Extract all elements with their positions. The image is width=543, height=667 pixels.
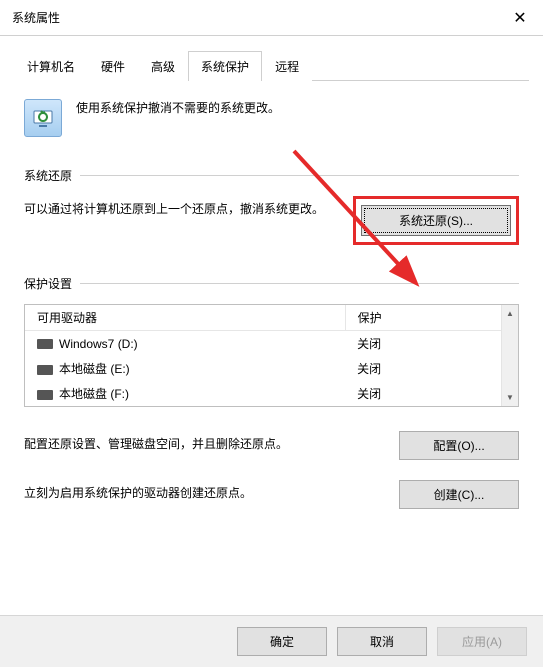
col-protection[interactable]: 保护 — [345, 305, 517, 331]
create-row: 立刻为启用系统保护的驱动器创建还原点。 创建(C)... — [24, 480, 519, 509]
intro-row: 使用系统保护撤消不需要的系统更改。 — [24, 99, 519, 137]
drive-label: 本地磁盘 (E:) — [59, 362, 130, 376]
content-area: 计算机名 硬件 高级 系统保护 远程 使用系统保护撤消不需要的系统更改。 系统还… — [0, 36, 543, 621]
restore-header-label: 系统还原 — [24, 167, 72, 184]
drive-status: 关闭 — [345, 356, 517, 381]
restore-row: 可以通过将计算机还原到上一个还原点，撤消系统更改。 系统还原(S)... — [24, 196, 519, 245]
protection-header: 保护设置 — [24, 275, 519, 292]
drive-label: 本地磁盘 (F:) — [59, 387, 129, 401]
configure-button[interactable]: 配置(O)... — [399, 431, 519, 460]
drive-label: Windows7 (D:) — [59, 337, 138, 351]
apply-button[interactable]: 应用(A) — [437, 627, 527, 656]
tab-advanced[interactable]: 高级 — [138, 51, 188, 81]
restore-header: 系统还原 — [24, 167, 519, 184]
drive-status: 关闭 — [345, 381, 517, 406]
create-text: 立刻为启用系统保护的驱动器创建还原点。 — [24, 480, 379, 503]
configure-row: 配置还原设置、管理磁盘空间，并且删除还原点。 配置(O)... — [24, 431, 519, 460]
restore-button-highlight: 系统还原(S)... — [353, 196, 519, 245]
drive-icon — [37, 365, 53, 375]
table-row[interactable]: 本地磁盘 (E:) 关闭 — [25, 356, 518, 381]
tab-panel-system-protection: 使用系统保护撤消不需要的系统更改。 系统还原 可以通过将计算机还原到上一个还原点… — [14, 81, 529, 621]
tab-remote[interactable]: 远程 — [262, 51, 312, 81]
system-restore-button[interactable]: 系统还原(S)... — [361, 205, 511, 236]
table-row[interactable]: 本地磁盘 (F:) 关闭 — [25, 381, 518, 406]
tab-hardware[interactable]: 硬件 — [88, 51, 138, 81]
scroll-up-icon[interactable]: ▲ — [502, 305, 518, 322]
restore-text: 可以通过将计算机还原到上一个还原点，撤消系统更改。 — [24, 196, 333, 219]
table-row[interactable]: Windows7 (D:) 关闭 — [25, 331, 518, 357]
drive-icon — [37, 390, 53, 400]
create-button[interactable]: 创建(C)... — [399, 480, 519, 509]
cancel-button[interactable]: 取消 — [337, 627, 427, 656]
drive-status: 关闭 — [345, 331, 517, 357]
divider — [80, 175, 519, 176]
tab-computer-name[interactable]: 计算机名 — [14, 51, 88, 81]
drive-table: 可用驱动器 保护 Windows7 (D:) 关闭 本地磁盘 (E:) 关闭 本… — [24, 304, 519, 407]
dialog-footer: 确定 取消 应用(A) — [0, 615, 543, 667]
protection-header-label: 保护设置 — [24, 275, 72, 292]
divider — [80, 283, 519, 284]
system-protection-icon — [24, 99, 62, 137]
titlebar: 系统属性 ✕ — [0, 0, 543, 36]
intro-text: 使用系统保护撤消不需要的系统更改。 — [76, 99, 280, 116]
configure-text: 配置还原设置、管理磁盘空间，并且删除还原点。 — [24, 431, 379, 454]
window-title: 系统属性 — [12, 9, 60, 26]
tab-strip: 计算机名 硬件 高级 系统保护 远程 — [14, 50, 529, 81]
tab-system-protection[interactable]: 系统保护 — [188, 51, 262, 81]
drive-icon — [37, 339, 53, 349]
ok-button[interactable]: 确定 — [237, 627, 327, 656]
col-drive[interactable]: 可用驱动器 — [25, 305, 345, 331]
close-button[interactable]: ✕ — [497, 0, 543, 36]
scroll-down-icon[interactable]: ▼ — [502, 389, 518, 406]
table-scrollbar[interactable]: ▲ ▼ — [501, 305, 518, 406]
